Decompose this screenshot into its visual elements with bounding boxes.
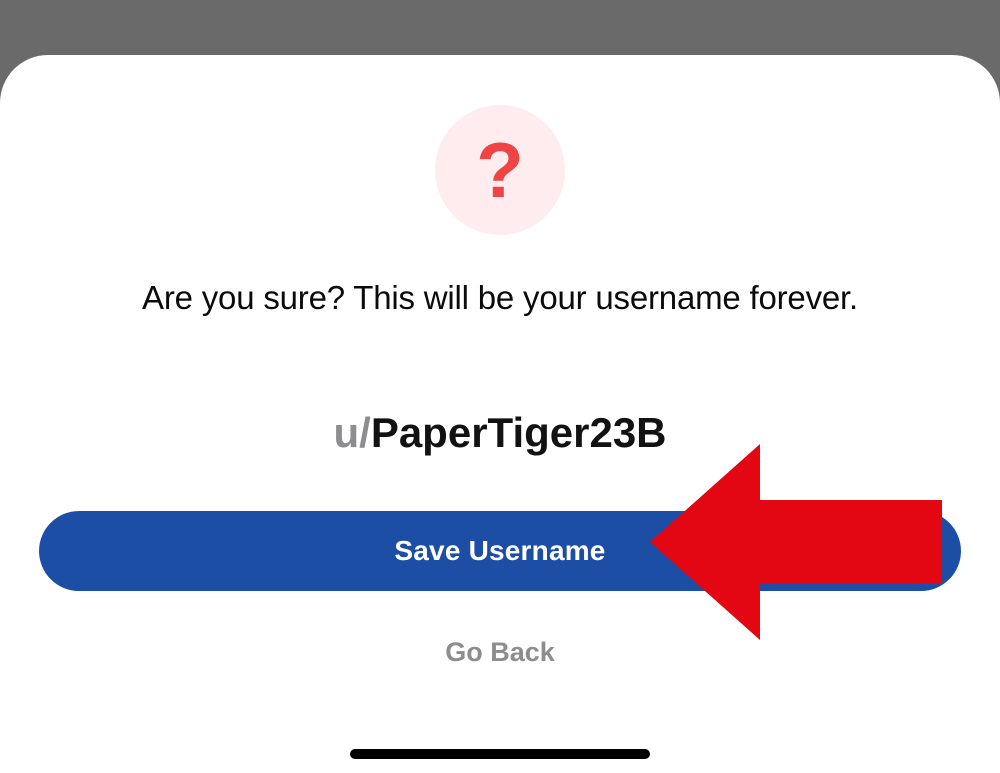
username-value: PaperTiger23B: [371, 409, 667, 457]
home-indicator[interactable]: [350, 749, 650, 759]
confirm-username-sheet: ? Are you sure? This will be your userna…: [0, 55, 1000, 773]
username-display: u/ PaperTiger23B: [333, 409, 666, 457]
question-mark-icon: ?: [476, 131, 524, 209]
save-username-button[interactable]: Save Username: [39, 511, 961, 591]
go-back-button[interactable]: Go Back: [445, 637, 555, 668]
question-icon-circle: ?: [435, 105, 565, 235]
confirm-message: Are you sure? This will be your username…: [102, 279, 898, 317]
username-prefix: u/: [333, 409, 370, 457]
